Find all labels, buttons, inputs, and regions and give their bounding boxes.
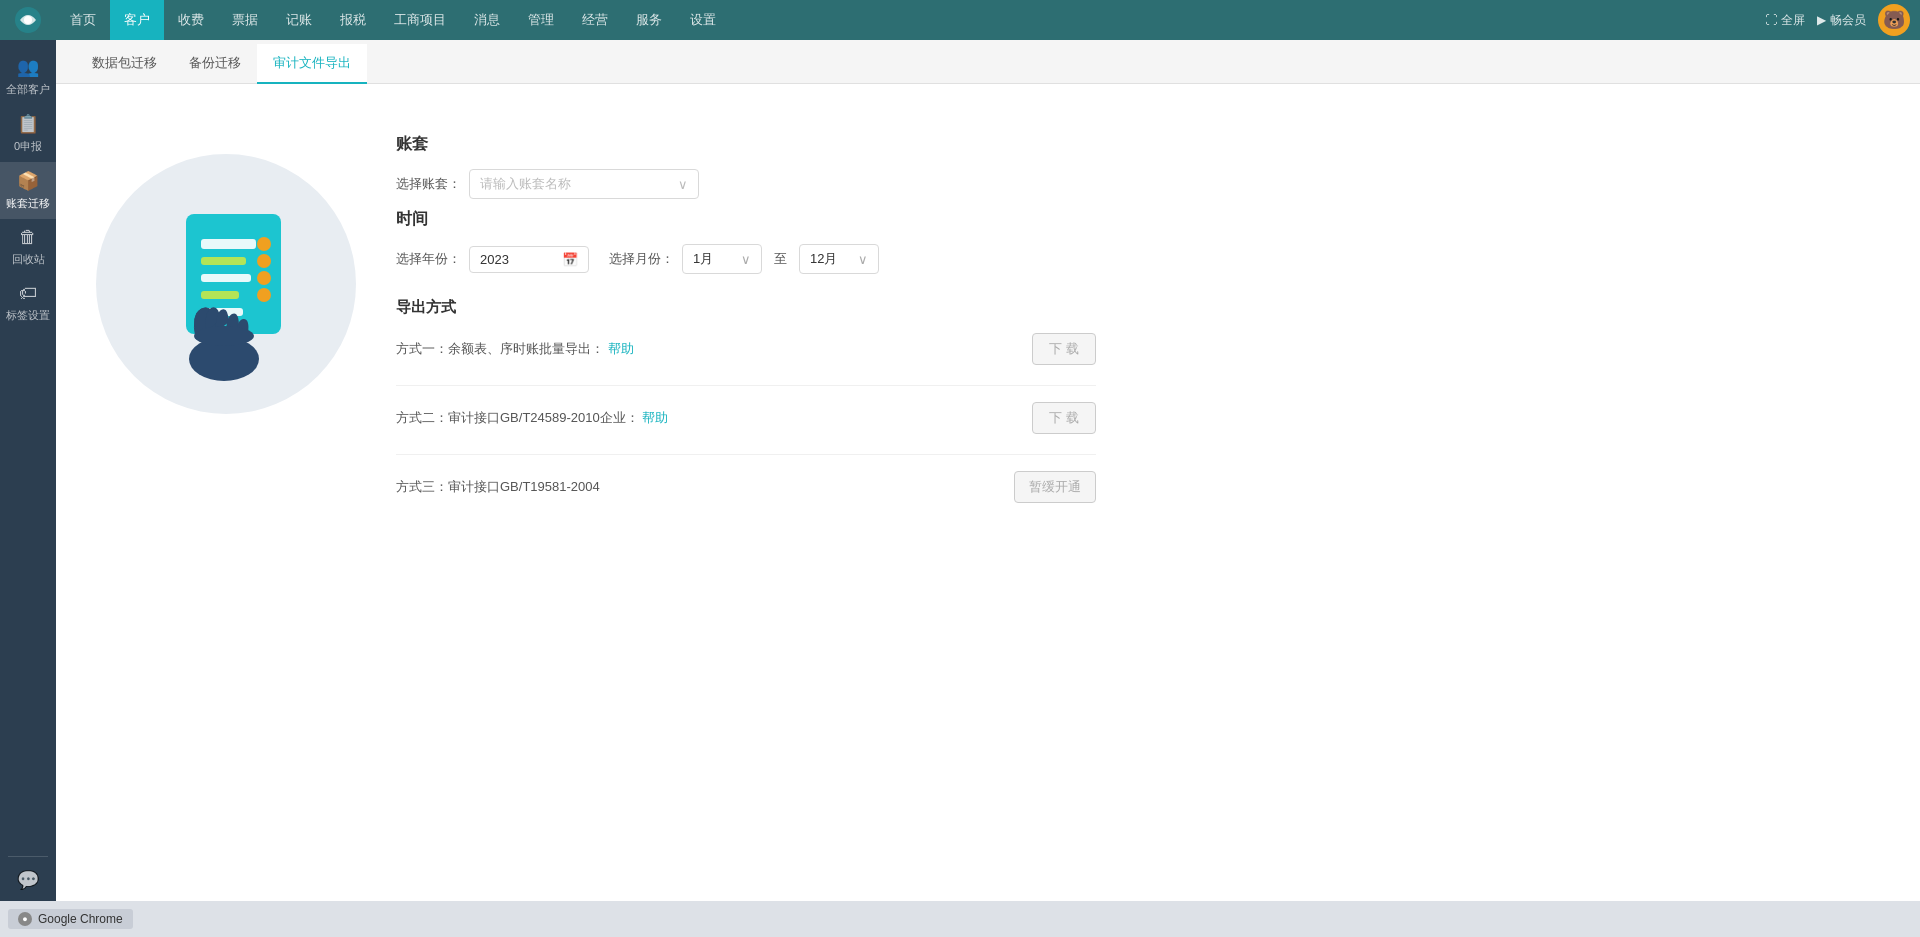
sidebar-item-account-migration[interactable]: 📦 账套迁移 [0, 162, 56, 219]
time-separator: 至 [770, 250, 791, 268]
all-clients-icon: 👥 [17, 56, 39, 78]
tag-settings-icon: 🏷 [19, 283, 37, 304]
export-method-3-label: 方式三：审计接口GB/T19581-2004 [396, 478, 1002, 496]
month-start-select[interactable]: 1月 ∨ [682, 244, 762, 274]
nav-items: 首页 客户 收费 票据 记账 报税 工商项目 消息 管理 经营 服务 设置 [56, 0, 1765, 40]
svg-rect-3 [201, 239, 256, 249]
export-method-3-open-btn[interactable]: 暂缓开通 [1014, 471, 1096, 503]
sidebar-divider [8, 856, 48, 857]
export-section-title: 导出方式 [396, 298, 1096, 317]
sidebar-item-label-all-clients: 全部客户 [6, 82, 50, 97]
svg-point-10 [257, 271, 271, 285]
sidebar-item-tag-settings[interactable]: 🏷 标签设置 [0, 275, 56, 331]
taskbar-chrome-icon: ● [18, 912, 32, 926]
account-section-title: 账套 [396, 134, 1096, 155]
svg-rect-5 [201, 274, 251, 282]
export-method-3-row: 方式三：审计接口GB/T19581-2004 暂缓开通 [396, 471, 1096, 503]
tab-backup-migration[interactable]: 备份迁移 [173, 44, 257, 84]
export-method-2-help[interactable]: 帮助 [642, 410, 668, 425]
account-select-placeholder: 请输入账套名称 [480, 175, 571, 193]
content-area: 账套 选择账套： 请输入账套名称 ∨ 时间 选择年份： 2023 📅 选择月份：… [56, 84, 1920, 937]
nav-invoices[interactable]: 票据 [218, 0, 272, 40]
time-row: 选择年份： 2023 📅 选择月份： 1月 ∨ 至 12月 ∨ [396, 244, 1096, 274]
taskbar-chrome-label: Google Chrome [38, 912, 123, 926]
export-divider-1 [396, 385, 1096, 386]
vip-icon: ▶ [1817, 13, 1826, 27]
month-start-value: 1月 [693, 250, 713, 268]
nav-home[interactable]: 首页 [56, 0, 110, 40]
fullscreen-btn[interactable]: ⛶ 全屏 [1765, 12, 1805, 29]
top-nav: 首页 客户 收费 票据 记账 报税 工商项目 消息 管理 经营 服务 设置 ⛶ … [0, 0, 1920, 40]
sidebar-item-label-account-migration: 账套迁移 [6, 196, 50, 211]
svg-point-9 [257, 254, 271, 268]
form-section: 账套 选择账套： 请输入账套名称 ∨ 时间 选择年份： 2023 📅 选择月份：… [396, 114, 1096, 907]
year-value: 2023 [480, 252, 509, 267]
account-migration-icon: 📦 [17, 170, 39, 192]
sidebar-item-label-recycle: 回收站 [12, 252, 45, 267]
svg-point-11 [257, 288, 271, 302]
month-end-select[interactable]: 12月 ∨ [799, 244, 879, 274]
svg-point-8 [257, 237, 271, 251]
nav-business[interactable]: 工商项目 [380, 0, 460, 40]
export-method-2-label: 方式二：审计接口GB/T24589-2010企业： 帮助 [396, 409, 1020, 427]
nav-bookkeeping[interactable]: 记账 [272, 0, 326, 40]
time-section-title: 时间 [396, 209, 1096, 230]
tab-audit-export[interactable]: 审计文件导出 [257, 44, 367, 84]
month-end-value: 12月 [810, 250, 837, 268]
taskbar: ● Google Chrome [0, 901, 1920, 937]
left-sidebar: 👥 全部客户 📋 0申报 📦 账套迁移 🗑 回收站 🏷 标签设置 💬 ❓ [0, 40, 56, 937]
nav-fees[interactable]: 收费 [164, 0, 218, 40]
sidebar-item-label-zero-declare: 0申报 [14, 139, 42, 154]
nav-right: ⛶ 全屏 ▶ 畅会员 🐻 [1765, 4, 1910, 36]
account-select-row: 选择账套： 请输入账套名称 ∨ [396, 169, 1096, 199]
zero-declare-icon: 📋 [17, 113, 39, 135]
main-content: 数据包迁移 备份迁移 审计文件导出 [56, 40, 1920, 937]
fullscreen-icon: ⛶ [1765, 13, 1777, 27]
nav-operations[interactable]: 经营 [568, 0, 622, 40]
nav-settings[interactable]: 设置 [676, 0, 730, 40]
sidebar-item-label-tag-settings: 标签设置 [6, 308, 50, 323]
vip-btn[interactable]: ▶ 畅会员 [1817, 12, 1866, 29]
nav-tax[interactable]: 报税 [326, 0, 380, 40]
svg-rect-6 [201, 291, 239, 299]
taskbar-chrome[interactable]: ● Google Chrome [8, 909, 133, 929]
nav-services[interactable]: 服务 [622, 0, 676, 40]
year-input[interactable]: 2023 📅 [469, 246, 589, 273]
nav-messages[interactable]: 消息 [460, 0, 514, 40]
svg-point-13 [194, 326, 254, 346]
message-icon: 💬 [17, 869, 39, 891]
export-method-2-download-btn[interactable]: 下 载 [1032, 402, 1096, 434]
nav-admin[interactable]: 管理 [514, 0, 568, 40]
sidebar-item-message[interactable]: 💬 [0, 861, 56, 899]
tab-bar: 数据包迁移 备份迁移 审计文件导出 [56, 40, 1920, 84]
export-method-1-download-btn[interactable]: 下 载 [1032, 333, 1096, 365]
account-select-input[interactable]: 请输入账套名称 ∨ [469, 169, 699, 199]
recycle-icon: 🗑 [19, 227, 37, 248]
export-method-1-label: 方式一：余额表、序时账批量导出： 帮助 [396, 340, 1020, 358]
illustration-circle [96, 154, 356, 414]
avatar[interactable]: 🐻 [1878, 4, 1910, 36]
app-logo[interactable] [10, 2, 46, 38]
month-start-chevron-icon: ∨ [741, 252, 751, 267]
export-method-2-row: 方式二：审计接口GB/T24589-2010企业： 帮助 下 载 [396, 402, 1096, 434]
account-select-chevron-icon: ∨ [678, 177, 688, 192]
sidebar-item-all-clients[interactable]: 👥 全部客户 [0, 48, 56, 105]
svg-point-1 [24, 16, 32, 24]
month-end-chevron-icon: ∨ [858, 252, 868, 267]
export-method-1-row: 方式一：余额表、序时账批量导出： 帮助 下 载 [396, 333, 1096, 365]
illustration-wrap [96, 114, 356, 907]
month-label: 选择月份： [609, 250, 674, 268]
nav-clients[interactable]: 客户 [110, 0, 164, 40]
account-select-label: 选择账套： [396, 175, 461, 193]
svg-rect-4 [201, 257, 246, 265]
export-divider-2 [396, 454, 1096, 455]
sidebar-item-zero-declare[interactable]: 📋 0申报 [0, 105, 56, 162]
sidebar-item-recycle[interactable]: 🗑 回收站 [0, 219, 56, 275]
export-method-1-help[interactable]: 帮助 [608, 341, 634, 356]
calendar-icon: 📅 [562, 252, 578, 267]
illustration-svg [136, 184, 316, 384]
year-label: 选择年份： [396, 250, 461, 268]
tab-data-migration[interactable]: 数据包迁移 [76, 44, 173, 84]
